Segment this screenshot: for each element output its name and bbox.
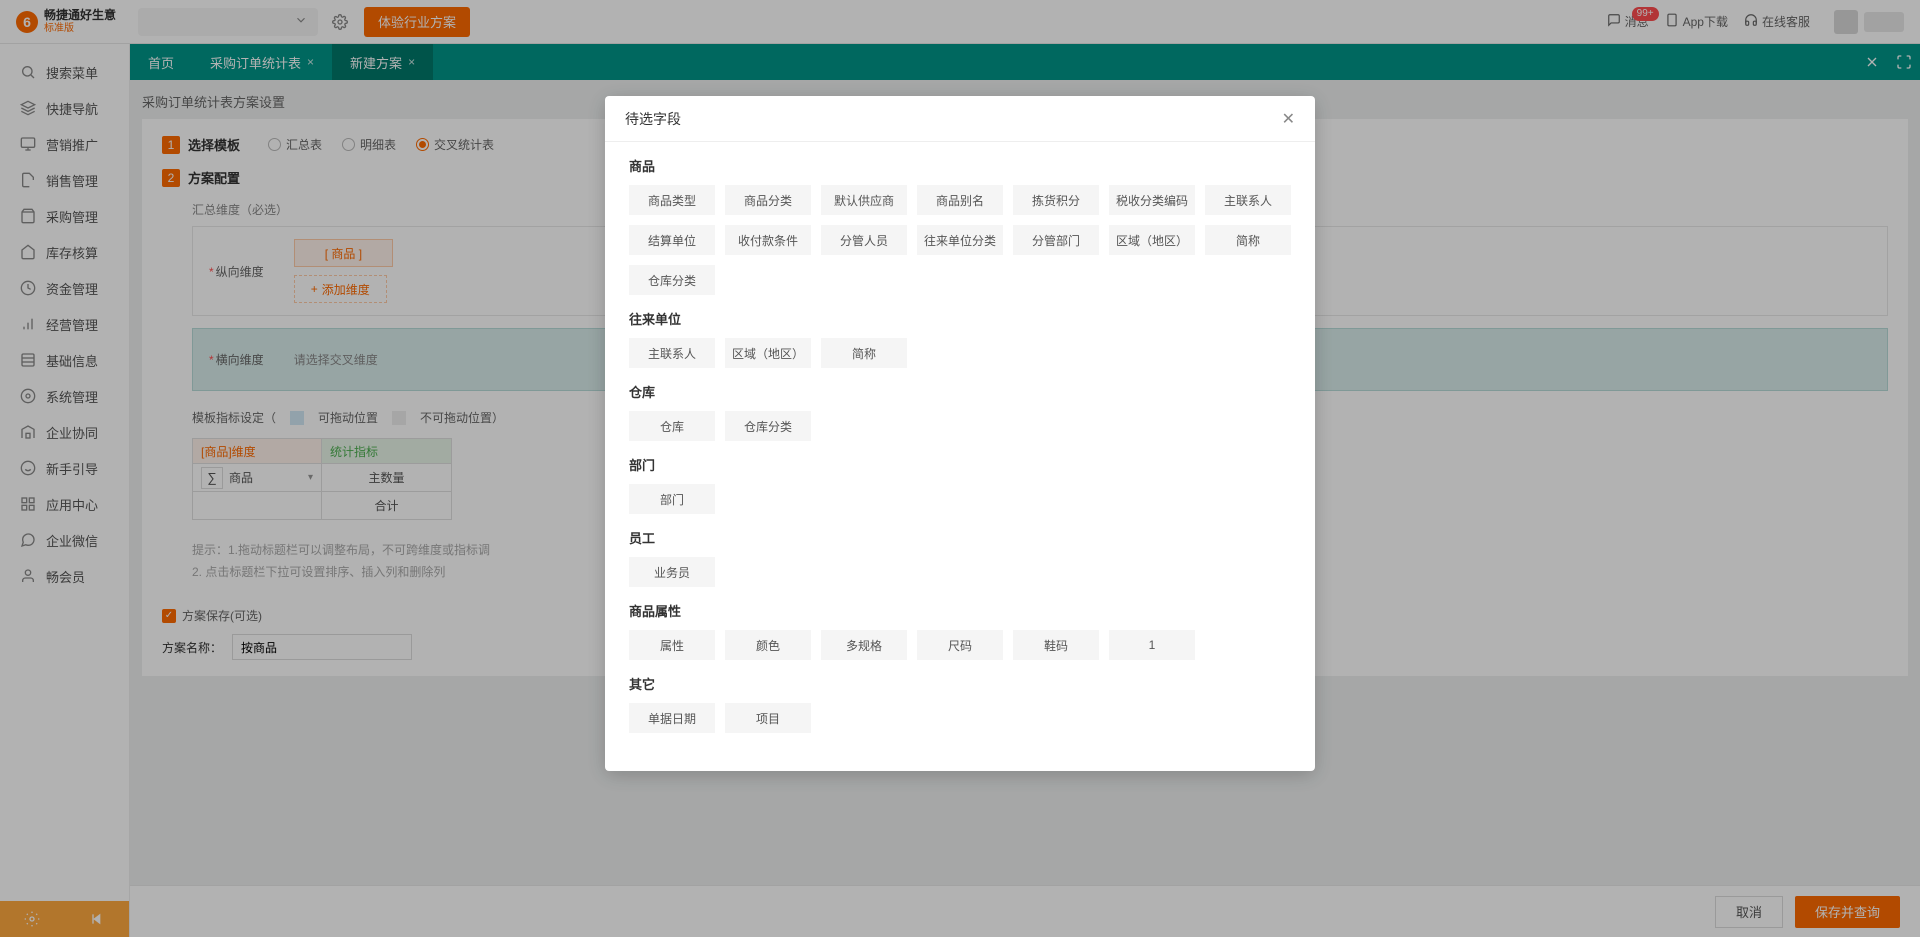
field-chip[interactable]: 区域（地区） <box>725 338 811 368</box>
modal-close-button[interactable]: ✕ <box>1282 109 1295 129</box>
field-group: 部门部门 <box>629 455 1291 514</box>
field-group-title: 部门 <box>629 455 1291 474</box>
field-chip[interactable]: 属性 <box>629 630 715 660</box>
field-group: 仓库仓库仓库分类 <box>629 382 1291 441</box>
field-chip[interactable]: 默认供应商 <box>821 185 907 215</box>
field-chip[interactable]: 仓库分类 <box>725 411 811 441</box>
field-chip[interactable]: 收付款条件 <box>725 225 811 255</box>
field-chip[interactable]: 单据日期 <box>629 703 715 733</box>
field-selector-modal: 待选字段 ✕ 商品商品类型商品分类默认供应商商品别名拣货积分税收分类编码主联系人… <box>605 96 1315 771</box>
field-chip[interactable]: 简称 <box>1205 225 1291 255</box>
field-chip[interactable]: 商品别名 <box>917 185 1003 215</box>
field-group: 商品商品类型商品分类默认供应商商品别名拣货积分税收分类编码主联系人结算单位收付款… <box>629 156 1291 295</box>
field-group-title: 商品属性 <box>629 601 1291 620</box>
field-chip[interactable]: 1 <box>1109 630 1195 660</box>
field-chip[interactable]: 结算单位 <box>629 225 715 255</box>
field-chip[interactable]: 商品分类 <box>725 185 811 215</box>
field-group-title: 员工 <box>629 528 1291 547</box>
field-group-title: 往来单位 <box>629 309 1291 328</box>
field-group: 商品属性属性颜色多规格尺码鞋码 1 <box>629 601 1291 660</box>
field-chip[interactable]: 多规格 <box>821 630 907 660</box>
field-group: 员工业务员 <box>629 528 1291 587</box>
field-chip[interactable]: 分管人员 <box>821 225 907 255</box>
field-chip[interactable]: 区域（地区） <box>1109 225 1195 255</box>
field-group: 其它单据日期项目 <box>629 674 1291 733</box>
modal-overlay[interactable]: 待选字段 ✕ 商品商品类型商品分类默认供应商商品别名拣货积分税收分类编码主联系人… <box>0 0 1920 937</box>
field-chip[interactable]: 往来单位分类 <box>917 225 1003 255</box>
field-chip[interactable]: 颜色 <box>725 630 811 660</box>
field-chip[interactable]: 仓库分类 <box>629 265 715 295</box>
field-group-title: 其它 <box>629 674 1291 693</box>
field-group: 往来单位主联系人区域（地区） 简称 <box>629 309 1291 368</box>
modal-title: 待选字段 <box>625 109 681 129</box>
field-group-title: 仓库 <box>629 382 1291 401</box>
field-chip[interactable]: 主联系人 <box>1205 185 1291 215</box>
field-chip[interactable]: 业务员 <box>629 557 715 587</box>
field-chip[interactable]: 税收分类编码 <box>1109 185 1195 215</box>
field-chip[interactable]: 主联系人 <box>629 338 715 368</box>
field-chip[interactable]: 拣货积分 <box>1013 185 1099 215</box>
field-chip[interactable]: 尺码 <box>917 630 1003 660</box>
field-chip[interactable]: 分管部门 <box>1013 225 1099 255</box>
field-chip[interactable]: 商品类型 <box>629 185 715 215</box>
field-chip[interactable]: 鞋码 <box>1013 630 1099 660</box>
field-chip[interactable]: 简称 <box>821 338 907 368</box>
field-chip[interactable]: 项目 <box>725 703 811 733</box>
field-chip[interactable]: 部门 <box>629 484 715 514</box>
field-group-title: 商品 <box>629 156 1291 175</box>
field-chip[interactable]: 仓库 <box>629 411 715 441</box>
